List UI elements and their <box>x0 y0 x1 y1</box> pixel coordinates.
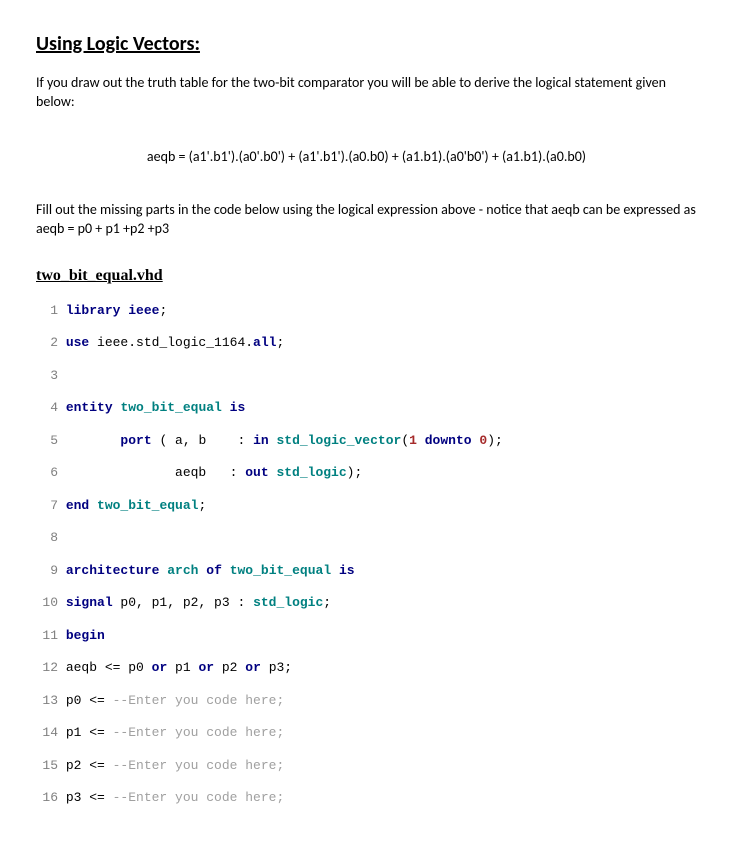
line-number: 16 <box>36 790 58 806</box>
keyword: or <box>152 660 168 675</box>
code-line: 3 <box>36 368 697 384</box>
type: two_bit_equal <box>120 400 221 415</box>
keyword: ieee <box>128 303 159 318</box>
code-filename: two_bit_equal.vhd <box>36 267 697 285</box>
code-line: 13 p0 <= --Enter you code here; <box>36 693 697 709</box>
keyword: out <box>245 465 268 480</box>
code-text: aeqb <= p0 <box>66 660 152 675</box>
code-text: ( a, b : <box>152 433 253 448</box>
logic-equation: aeqb = (a1'.b1').(a0'.b0') + (a1'.b1').(… <box>36 148 697 165</box>
line-number: 3 <box>36 368 58 384</box>
section-title: Using Logic Vectors: <box>36 32 697 56</box>
type: std_logic <box>253 595 323 610</box>
code-line: 9 architecture arch of two_bit_equal is <box>36 563 697 579</box>
code-text: p0 <= <box>66 693 113 708</box>
type: std_logic_vector <box>276 433 401 448</box>
code-text: p2 <box>214 660 245 675</box>
comment: --Enter you code here; <box>113 758 285 773</box>
code-text: p1 <box>167 660 198 675</box>
line-number: 13 <box>36 693 58 709</box>
code-text: ( <box>401 433 409 448</box>
code-line: 8 <box>36 530 697 546</box>
code-text <box>159 563 167 578</box>
code-line: 11 begin <box>36 628 697 644</box>
keyword: is <box>339 563 355 578</box>
code-block: 1 library ieee; 2 use ieee.std_logic_116… <box>36 287 697 823</box>
line-number: 11 <box>36 628 58 644</box>
code-text <box>222 563 230 578</box>
line-number: 8 <box>36 530 58 546</box>
code-text: ; <box>276 335 284 350</box>
code-line: 1 library ieee; <box>36 303 697 319</box>
code-line: 5 port ( a, b : in std_logic_vector(1 do… <box>36 433 697 449</box>
code-text: ; <box>198 498 206 513</box>
keyword: or <box>245 660 261 675</box>
keyword: is <box>230 400 246 415</box>
line-number: 12 <box>36 660 58 676</box>
code-line: 7 end two_bit_equal; <box>36 498 697 514</box>
code-text <box>222 400 230 415</box>
line-number: 5 <box>36 433 58 449</box>
code-text: p3 <= <box>66 790 113 805</box>
code-text: ); <box>347 465 363 480</box>
keyword: library <box>66 303 121 318</box>
comment: --Enter you code here; <box>113 693 285 708</box>
keyword: architecture <box>66 563 160 578</box>
code-text: p2 <= <box>66 758 113 773</box>
line-number: 2 <box>36 335 58 351</box>
keyword: all <box>253 335 276 350</box>
line-number: 6 <box>36 465 58 481</box>
code-line: 4 entity two_bit_equal is <box>36 400 697 416</box>
line-number: 10 <box>36 595 58 611</box>
code-line: 14 p1 <= --Enter you code here; <box>36 725 697 741</box>
code-text <box>417 433 425 448</box>
keyword: signal <box>66 595 113 610</box>
code-line: 2 use ieee.std_logic_1164.all; <box>36 335 697 351</box>
code-line: 6 aeqb : out std_logic); <box>36 465 697 481</box>
code-text: aeqb : <box>58 465 245 480</box>
line-number: 9 <box>36 563 58 579</box>
line-number: 14 <box>36 725 58 741</box>
code-text <box>89 498 97 513</box>
keyword: or <box>198 660 214 675</box>
type: std_logic <box>276 465 346 480</box>
code-text: ieee.std_logic_1164. <box>89 335 253 350</box>
line-number: 1 <box>36 303 58 319</box>
comment: --Enter you code here; <box>113 790 285 805</box>
keyword: end <box>66 498 89 513</box>
code-line: 12 aeqb <= p0 or p1 or p2 or p3; <box>36 660 697 676</box>
keyword: of <box>206 563 222 578</box>
comment: --Enter you code here; <box>113 725 285 740</box>
line-number: 15 <box>36 758 58 774</box>
code-text: ; <box>323 595 331 610</box>
code-text: p1 <= <box>66 725 113 740</box>
code-text <box>198 563 206 578</box>
intro-paragraph: If you draw out the truth table for the … <box>36 74 697 112</box>
line-number: 4 <box>36 400 58 416</box>
keyword: downto <box>425 433 472 448</box>
line-number: 7 <box>36 498 58 514</box>
code-line: 16 p3 <= --Enter you code here; <box>36 790 697 806</box>
keyword: in <box>253 433 269 448</box>
code-text: ); <box>487 433 503 448</box>
type: two_bit_equal <box>97 498 198 513</box>
number: 1 <box>409 433 417 448</box>
code-line: 10 signal p0, p1, p2, p3 : std_logic; <box>36 595 697 611</box>
keyword: port <box>120 433 151 448</box>
code-text: p0, p1, p2, p3 : <box>113 595 253 610</box>
instruction-paragraph: Fill out the missing parts in the code b… <box>36 201 697 239</box>
code-text <box>331 563 339 578</box>
code-text: p3; <box>261 660 292 675</box>
keyword: entity <box>66 400 113 415</box>
code-text: ; <box>159 303 167 318</box>
keyword: use <box>66 335 89 350</box>
type: arch <box>167 563 198 578</box>
type: two_bit_equal <box>230 563 331 578</box>
code-line: 15 p2 <= --Enter you code here; <box>36 758 697 774</box>
keyword: begin <box>66 628 105 643</box>
